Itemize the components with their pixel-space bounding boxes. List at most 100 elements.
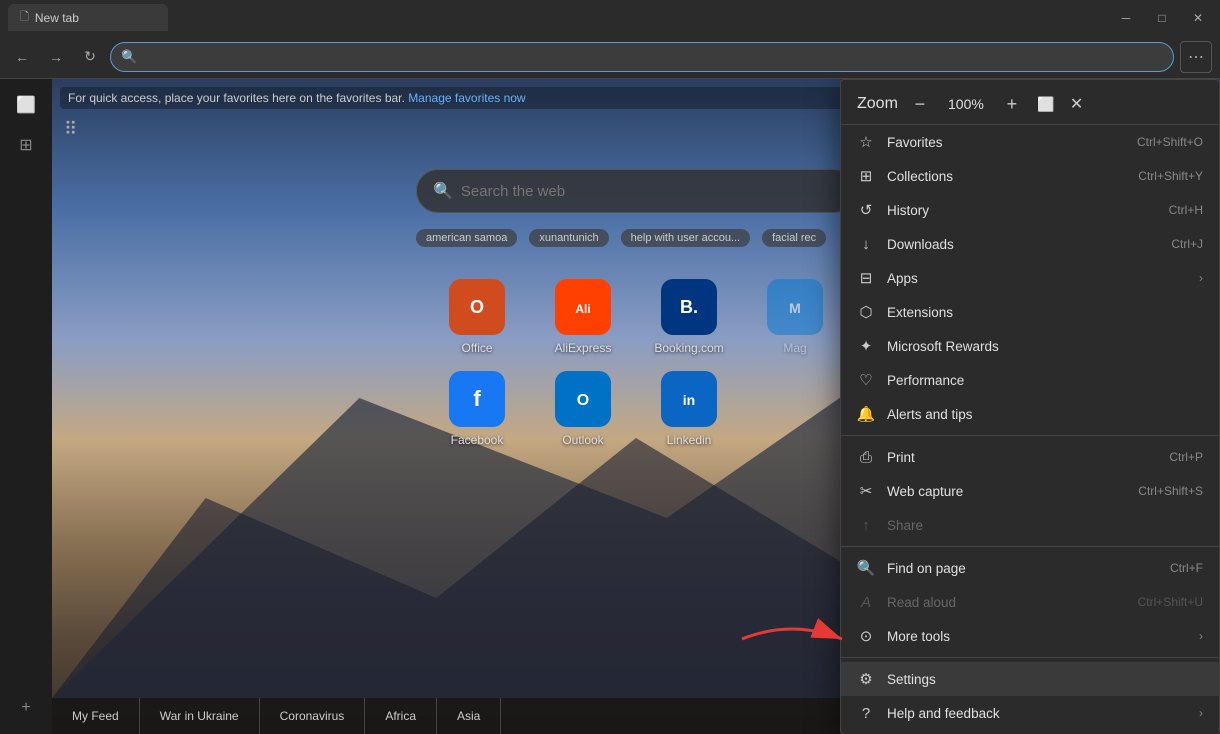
shortcut-label-mag: Mag <box>783 341 806 355</box>
maximize-button[interactable]: □ <box>1148 4 1176 32</box>
shortcut-label-office: Office <box>461 341 492 355</box>
help-icon: ? <box>857 704 875 722</box>
web-capture-shortcut: Ctrl+Shift+S <box>1138 484 1203 498</box>
menu-item-microsoft-rewards[interactable]: ✦ Microsoft Rewards <box>841 329 1219 363</box>
address-bar[interactable]: 🔍 <box>110 42 1174 72</box>
menu-item-apps[interactable]: ⊟ Apps › <box>841 261 1219 295</box>
suggestion-2[interactable]: xunantunich <box>529 229 608 247</box>
search-box[interactable]: 🔍 <box>416 169 856 213</box>
suggestion-1[interactable]: american samoa <box>416 229 517 247</box>
favorites-label: Favorites <box>887 135 1125 150</box>
search-input[interactable] <box>461 183 839 200</box>
menu-item-favorites[interactable]: ☆ Favorites Ctrl+Shift+O <box>841 125 1219 159</box>
shortcut-aliexpress[interactable]: Ali AliExpress <box>538 279 628 355</box>
browser-tab[interactable]: 🗋 New tab <box>8 4 168 31</box>
history-icon: ↺ <box>857 201 875 219</box>
alerts-label: Alerts and tips <box>887 407 1203 422</box>
menu-item-collections[interactable]: ⊞ Collections Ctrl+Shift+Y <box>841 159 1219 193</box>
zoom-minus-button[interactable]: − <box>906 90 934 118</box>
suggestion-3[interactable]: help with user accou... <box>621 229 750 247</box>
shortcut-icon-facebook: f <box>449 371 505 427</box>
sidebar-add-button[interactable]: + <box>8 690 44 726</box>
search-icon: 🔍 <box>121 49 137 65</box>
search-suggestions: american samoa xunantunich help with use… <box>416 221 856 255</box>
shortcut-icon-booking: B. <box>661 279 717 335</box>
shortcut-office[interactable]: O Office <box>432 279 522 355</box>
menu-close-button[interactable]: ✕ <box>1066 94 1087 114</box>
customize-dots[interactable]: ⠿ <box>64 119 77 140</box>
apps-icon: ⊟ <box>857 269 875 287</box>
svg-text:Ali: Ali <box>575 302 590 316</box>
find-label: Find on page <box>887 561 1158 576</box>
news-item-myfeed[interactable]: My Feed <box>52 698 140 734</box>
news-item-africa[interactable]: Africa <box>365 698 437 734</box>
news-item-ukraine[interactable]: War in Ukraine <box>140 698 260 734</box>
title-bar: 🗋 New tab ─ □ ✕ <box>0 0 1220 35</box>
menu-item-alerts[interactable]: 🔔 Alerts and tips <box>841 397 1219 431</box>
close-button[interactable]: ✕ <box>1184 4 1212 32</box>
tab-icon: 🗋 <box>20 8 29 27</box>
suggestion-4[interactable]: facial rec <box>762 229 826 247</box>
forward-button[interactable]: → <box>42 43 70 71</box>
menu-item-performance[interactable]: ♡ Performance <box>841 363 1219 397</box>
sidebar-collections-button[interactable]: ⊞ <box>8 127 44 163</box>
help-arrow: › <box>1199 706 1203 720</box>
history-label: History <box>887 203 1157 218</box>
zoom-label: Zoom <box>857 95 898 113</box>
shortcut-booking[interactable]: B. Booking.com <box>644 279 734 355</box>
back-button[interactable]: ← <box>8 43 36 71</box>
menu-divider-1 <box>841 435 1219 436</box>
history-shortcut: Ctrl+H <box>1169 203 1203 217</box>
shortcut-label-booking: Booking.com <box>654 341 723 355</box>
svg-text:B.: B. <box>680 297 698 317</box>
menu-item-extensions[interactable]: ⬡ Extensions <box>841 295 1219 329</box>
print-icon: ⎙ <box>857 448 875 466</box>
manage-favorites-link[interactable]: Manage favorites now <box>408 91 525 105</box>
print-label: Print <box>887 450 1157 465</box>
extensions-icon: ⬡ <box>857 303 875 321</box>
shortcut-label-linkedin: Linkedin <box>667 433 712 447</box>
menu-item-settings[interactable]: ⚙ Settings <box>841 662 1219 696</box>
favorites-icon: ☆ <box>857 133 875 151</box>
shortcut-facebook[interactable]: f Facebook <box>432 371 522 447</box>
news-item-asia[interactable]: Asia <box>437 698 501 734</box>
browser-frame: 🗋 New tab ─ □ ✕ ← → ↻ 🔍 ⋯ ⬜ ⊞ + <box>0 0 1220 734</box>
print-shortcut: Ctrl+P <box>1169 450 1203 464</box>
shortcut-outlook[interactable]: O Outlook <box>538 371 628 447</box>
find-shortcut: Ctrl+F <box>1170 561 1203 575</box>
share-label: Share <box>887 518 1203 533</box>
menu-item-find-on-page[interactable]: 🔍 Find on page Ctrl+F <box>841 551 1219 585</box>
minimize-button[interactable]: ─ <box>1112 4 1140 32</box>
favorites-bar-text: For quick access, place your favorites h… <box>68 91 405 105</box>
zoom-expand-button[interactable]: ⬜ <box>1034 92 1058 116</box>
shortcut-linkedin[interactable]: in Linkedin <box>644 371 734 447</box>
sidebar-tab-button[interactable]: ⬜ <box>8 87 44 123</box>
more-button[interactable]: ⋯ <box>1180 41 1212 73</box>
zoom-plus-button[interactable]: + <box>998 90 1026 118</box>
title-bar-controls: ─ □ ✕ <box>1112 4 1212 32</box>
menu-item-more-tools[interactable]: ⊙ More tools › <box>841 619 1219 653</box>
menu-item-help[interactable]: ? Help and feedback › <box>841 696 1219 730</box>
zoom-row: Zoom − 100% + ⬜ ✕ <box>841 84 1219 125</box>
alerts-icon: 🔔 <box>857 405 875 423</box>
menu-item-print[interactable]: ⎙ Print Ctrl+P <box>841 440 1219 474</box>
read-aloud-label: Read aloud <box>887 595 1126 610</box>
svg-text:O: O <box>470 297 484 317</box>
shortcut-label-aliexpress: AliExpress <box>555 341 612 355</box>
menu-item-downloads[interactable]: ↓ Downloads Ctrl+J <box>841 227 1219 261</box>
svg-text:in: in <box>683 392 695 408</box>
shortcut-mag[interactable]: M Mag <box>750 279 840 355</box>
shortcut-icon-mag: M <box>767 279 823 335</box>
more-tools-icon: ⊙ <box>857 627 875 645</box>
shortcut-icon-aliexpress: Ali <box>555 279 611 335</box>
apps-label: Apps <box>887 271 1187 286</box>
nav-bar: ← → ↻ 🔍 ⋯ <box>0 35 1220 79</box>
tab-label: New tab <box>35 11 79 25</box>
address-input[interactable] <box>143 49 1163 64</box>
menu-item-history[interactable]: ↺ History Ctrl+H <box>841 193 1219 227</box>
refresh-button[interactable]: ↻ <box>76 43 104 71</box>
help-label: Help and feedback <box>887 706 1187 721</box>
menu-item-web-capture[interactable]: ✂ Web capture Ctrl+Shift+S <box>841 474 1219 508</box>
apps-arrow: › <box>1199 271 1203 285</box>
news-item-coronavirus[interactable]: Coronavirus <box>260 698 366 734</box>
